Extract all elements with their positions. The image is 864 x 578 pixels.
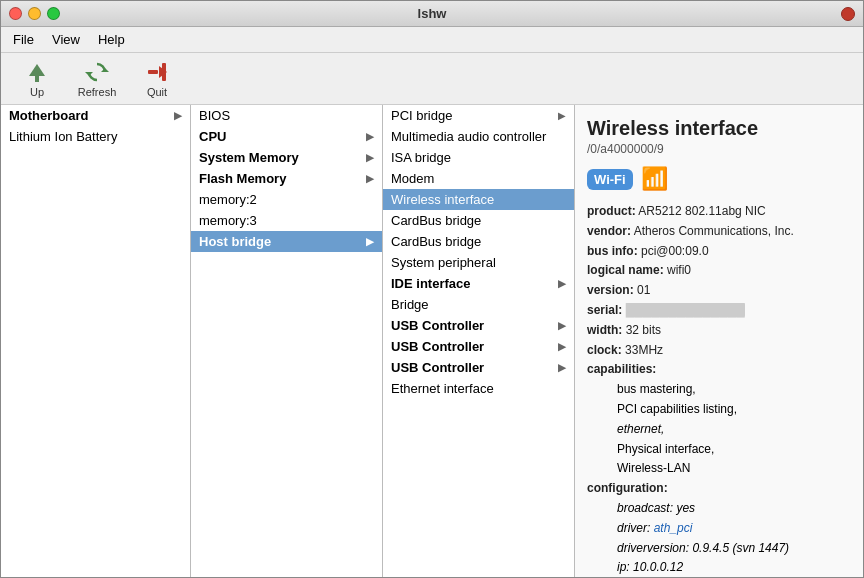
config-driver: driver: ath_pci [617, 519, 851, 539]
cap-0: bus mastering, [617, 380, 851, 400]
quit-label: Quit [147, 86, 167, 98]
detail-width: width: 32 bits [587, 321, 851, 341]
up-icon [25, 60, 49, 84]
quit-button[interactable]: Quit [129, 57, 185, 101]
detail-vendor: vendor: Atheros Communications, Inc. [587, 222, 851, 242]
svg-marker-0 [29, 64, 45, 76]
tree-item-host-bridge[interactable]: Host bridge ▶ [191, 231, 382, 252]
detail-path: /0/a4000000/9 [587, 142, 851, 156]
tree-item-usb-1[interactable]: USB Controller ▶ [383, 315, 574, 336]
tree-item-usb-2[interactable]: USB Controller ▶ [383, 336, 574, 357]
detail-product: product: AR5212 802.11abg NIC [587, 202, 851, 222]
arrow-icon: ▶ [558, 341, 566, 352]
main-content: Motherboard ▶ Lithium Ion Battery BIOS C… [1, 105, 863, 577]
panel-components: BIOS CPU ▶ System Memory ▶ Flash Memory … [191, 105, 383, 577]
tree-item-battery[interactable]: Lithium Ion Battery [1, 126, 190, 147]
detail-serial: serial: ██████████████ [587, 301, 851, 321]
detail-panel: Wireless interface /0/a4000000/9 Wi-Fi 📶… [575, 105, 863, 577]
cap-2: ethernet, [617, 420, 851, 440]
tree-item-bios[interactable]: BIOS [191, 105, 382, 126]
tree-item-isa-bridge[interactable]: ISA bridge [383, 147, 574, 168]
title-bar: lshw [1, 1, 863, 27]
detail-capabilities-title: capabilities: [587, 360, 851, 380]
toolbar: Up Refresh Quit [1, 53, 863, 105]
tree-item-system-memory[interactable]: System Memory ▶ [191, 147, 382, 168]
tree-item-usb-3[interactable]: USB Controller ▶ [383, 357, 574, 378]
svg-rect-4 [148, 70, 158, 74]
detail-config-title: configuration: [587, 479, 851, 499]
tree-item-cardbus-1[interactable]: CardBus bridge [383, 210, 574, 231]
arrow-icon: ▶ [366, 236, 374, 247]
tree-item-bridge[interactable]: Bridge [383, 294, 574, 315]
refresh-button[interactable]: Refresh [69, 57, 125, 101]
wifi-signal-icon: 📶 [641, 166, 668, 192]
svg-rect-6 [162, 63, 166, 81]
arrow-icon: ▶ [558, 362, 566, 373]
detail-title: Wireless interface [587, 117, 851, 140]
arrow-icon: ▶ [366, 173, 374, 184]
wifi-icon-area: Wi-Fi 📶 [587, 166, 851, 192]
svg-marker-2 [101, 68, 109, 72]
svg-marker-3 [85, 72, 93, 76]
arrow-icon: ▶ [558, 320, 566, 331]
capabilities-list: bus mastering, PCI capabilities listing,… [587, 380, 851, 479]
detail-bus-info: bus info: pci@00:09.0 [587, 242, 851, 262]
tree-item-memory3[interactable]: memory:3 [191, 210, 382, 231]
detail-logical-name: logical name: wifi0 [587, 261, 851, 281]
tree-item-multimedia[interactable]: Multimedia audio controller [383, 126, 574, 147]
tree-item-memory2[interactable]: memory:2 [191, 189, 382, 210]
up-button[interactable]: Up [9, 57, 65, 101]
tree-item-cardbus-2[interactable]: CardBus bridge [383, 231, 574, 252]
window-controls [9, 7, 60, 20]
up-label: Up [30, 86, 44, 98]
arrow-icon: ▶ [174, 110, 182, 121]
config-broadcast: broadcast: yes [617, 499, 851, 519]
config-list: broadcast: yes driver: ath_pci driverver… [587, 499, 851, 577]
window-title: lshw [418, 6, 447, 21]
menu-bar: File View Help [1, 27, 863, 53]
arrow-icon: ▶ [366, 131, 374, 142]
arrow-icon: ▶ [558, 278, 566, 289]
tree-item-motherboard[interactable]: Motherboard ▶ [1, 105, 190, 126]
detail-clock: clock: 33MHz [587, 341, 851, 361]
menu-file[interactable]: File [5, 30, 42, 49]
cap-1: PCI capabilities listing, [617, 400, 851, 420]
cap-3: Physical interface, [617, 440, 851, 460]
app-window: lshw File View Help Up [0, 0, 864, 578]
panel-motherboard: Motherboard ▶ Lithium Ion Battery [1, 105, 191, 577]
config-driverversion: driverversion: 0.9.4.5 (svn 1447) [617, 539, 851, 559]
maximize-button[interactable] [47, 7, 60, 20]
tree-item-ethernet[interactable]: Ethernet interface [383, 378, 574, 399]
tree-item-ide[interactable]: IDE interface ▶ [383, 273, 574, 294]
menu-help[interactable]: Help [90, 30, 133, 49]
tree-item-flash-memory[interactable]: Flash Memory ▶ [191, 168, 382, 189]
tree-item-system-peripheral[interactable]: System peripheral [383, 252, 574, 273]
refresh-label: Refresh [78, 86, 117, 98]
tree-item-pci-bridge[interactable]: PCI bridge ▶ [383, 105, 574, 126]
tree-item-wireless[interactable]: Wireless interface [383, 189, 574, 210]
quit-icon [145, 60, 169, 84]
wifi-badge: Wi-Fi [587, 169, 633, 190]
cap-4: Wireless-LAN [617, 459, 851, 479]
arrow-icon: ▶ [366, 152, 374, 163]
detail-version: version: 01 [587, 281, 851, 301]
menu-view[interactable]: View [44, 30, 88, 49]
tree-item-modem[interactable]: Modem [383, 168, 574, 189]
panel-pci: PCI bridge ▶ Multimedia audio controller… [383, 105, 575, 577]
arrow-icon: ▶ [558, 110, 566, 121]
config-ip: ip: 10.0.0.12 [617, 558, 851, 577]
close-right-button[interactable] [841, 7, 855, 21]
minimize-button[interactable] [28, 7, 41, 20]
svg-rect-1 [35, 76, 39, 82]
refresh-icon [85, 60, 109, 84]
close-button[interactable] [9, 7, 22, 20]
tree-item-cpu[interactable]: CPU ▶ [191, 126, 382, 147]
